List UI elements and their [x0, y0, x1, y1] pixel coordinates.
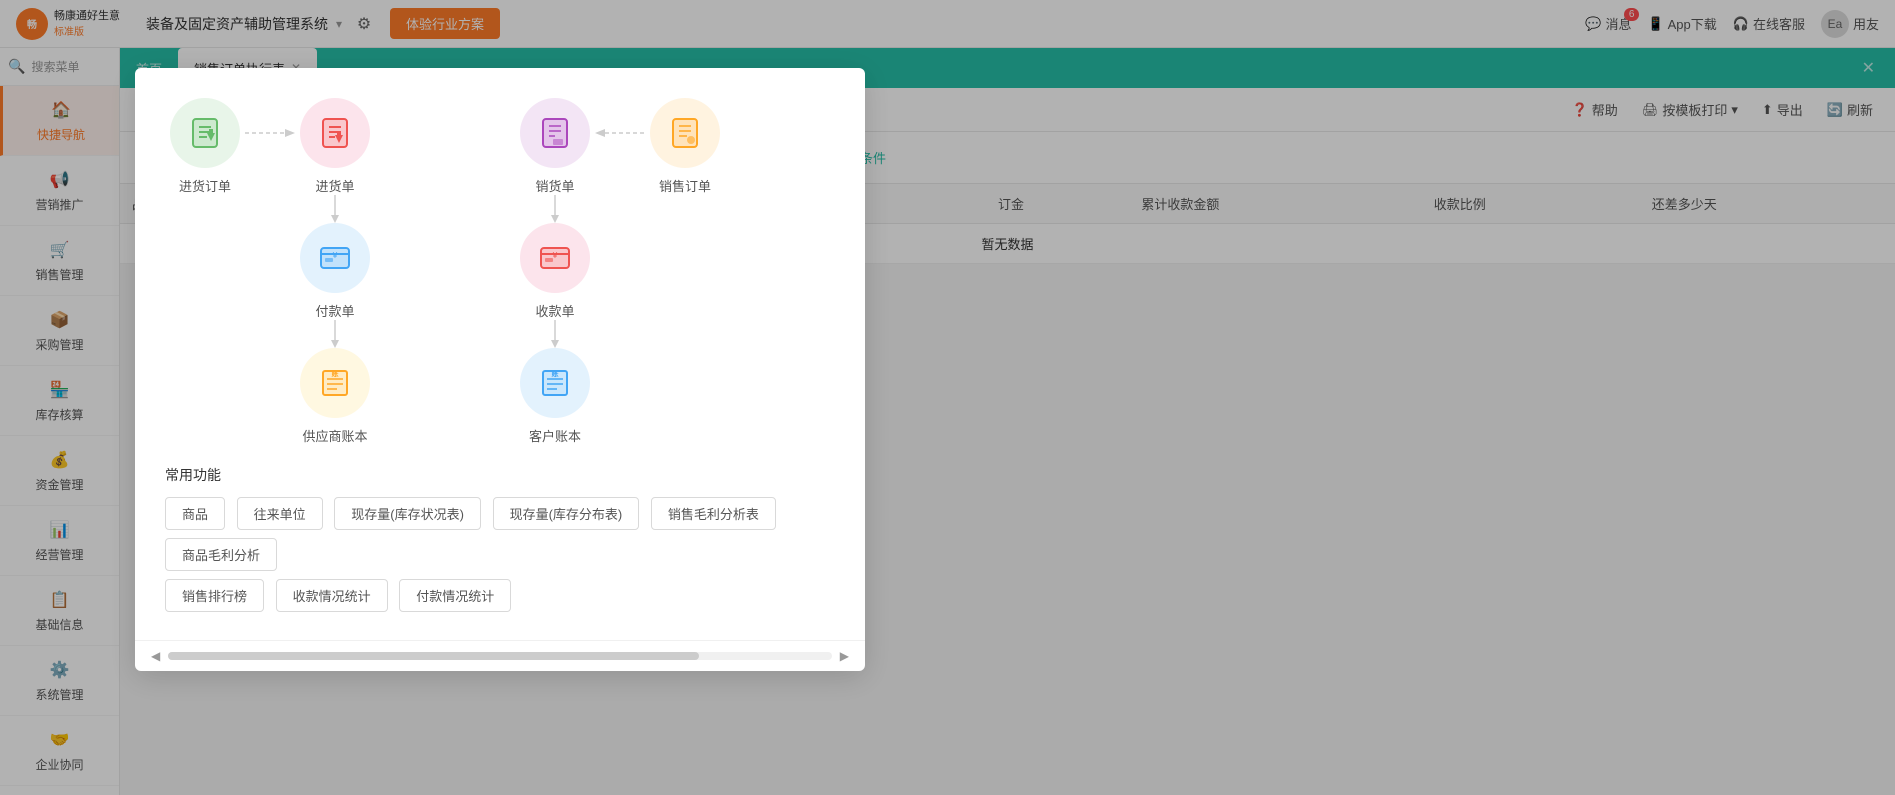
function-btn-3[interactable]: 现存量(库存分布表): [493, 497, 640, 530]
svg-text:¥: ¥: [332, 251, 338, 260]
function-btn-4[interactable]: 销售毛利分析表: [651, 497, 776, 530]
scrollbar-track[interactable]: [168, 652, 832, 660]
function-btn-1[interactable]: 往来单位: [237, 497, 323, 530]
svg-text:¥: ¥: [552, 251, 558, 260]
flow-label-payment-slip: 付款单: [315, 301, 354, 320]
flow-label-purchase-order: 进货订单: [179, 176, 231, 195]
flow-sales-order[interactable]: 销售订单: [645, 98, 725, 195]
function-buttons-row-1: 商品 往来单位 现存量(库存状况表) 现存量(库存分布表) 销售毛利分析表 商品…: [165, 497, 835, 579]
flow-purchase-slip[interactable]: 进货单: [295, 98, 375, 195]
flow-sales-slip[interactable]: 销货单: [515, 98, 595, 195]
flow-label-customer-ledger: 客户账本: [529, 426, 581, 445]
flow-payment-slip[interactable]: ¥ 付款单: [295, 223, 375, 320]
scroll-right-icon[interactable]: ▶: [840, 649, 849, 663]
modal-scrollbar: ◀ ▶: [135, 640, 865, 671]
flow-receipt-slip[interactable]: ¥ 收款单: [515, 223, 595, 320]
scrollbar-thumb: [168, 652, 699, 660]
flow-label-purchase-slip: 进货单: [315, 176, 354, 195]
function-btn-6[interactable]: 销售排行榜: [165, 579, 264, 612]
modal-overlay[interactable]: 进货订单: [0, 0, 1895, 795]
flow-label-receipt-slip: 收款单: [535, 301, 574, 320]
arrow-right-1: [245, 127, 295, 167]
flow-label-sales-order: 销售订单: [659, 176, 711, 195]
function-btn-2[interactable]: 现存量(库存状况表): [334, 497, 481, 530]
svg-text:账: 账: [552, 369, 559, 378]
flow-label-sales-slip: 销货单: [535, 176, 574, 195]
flow-supplier-ledger[interactable]: 账 供应商账本: [295, 348, 375, 445]
function-btn-0[interactable]: 商品: [165, 497, 225, 530]
common-functions: 常用功能 商品 往来单位 现存量(库存状况表) 现存量(库存分布表) 销售毛利分…: [135, 465, 865, 640]
function-buttons-row-2: 销售排行榜 收款情况统计 付款情况统计: [165, 579, 835, 620]
common-functions-title: 常用功能: [165, 465, 835, 485]
svg-text:账: 账: [332, 369, 339, 378]
function-btn-5[interactable]: 商品毛利分析: [165, 538, 277, 571]
flow-purchase-order[interactable]: 进货订单: [165, 98, 245, 195]
flow-section: 进货订单: [135, 68, 865, 465]
modal-box: 进货订单: [135, 68, 865, 671]
function-btn-7[interactable]: 收款情况统计: [276, 579, 388, 612]
scroll-left-icon[interactable]: ◀: [151, 649, 160, 663]
flow-customer-ledger[interactable]: 账 客户账本: [515, 348, 595, 445]
function-btn-8[interactable]: 付款情况统计: [399, 579, 511, 612]
flow-label-supplier-ledger: 供应商账本: [302, 426, 367, 445]
